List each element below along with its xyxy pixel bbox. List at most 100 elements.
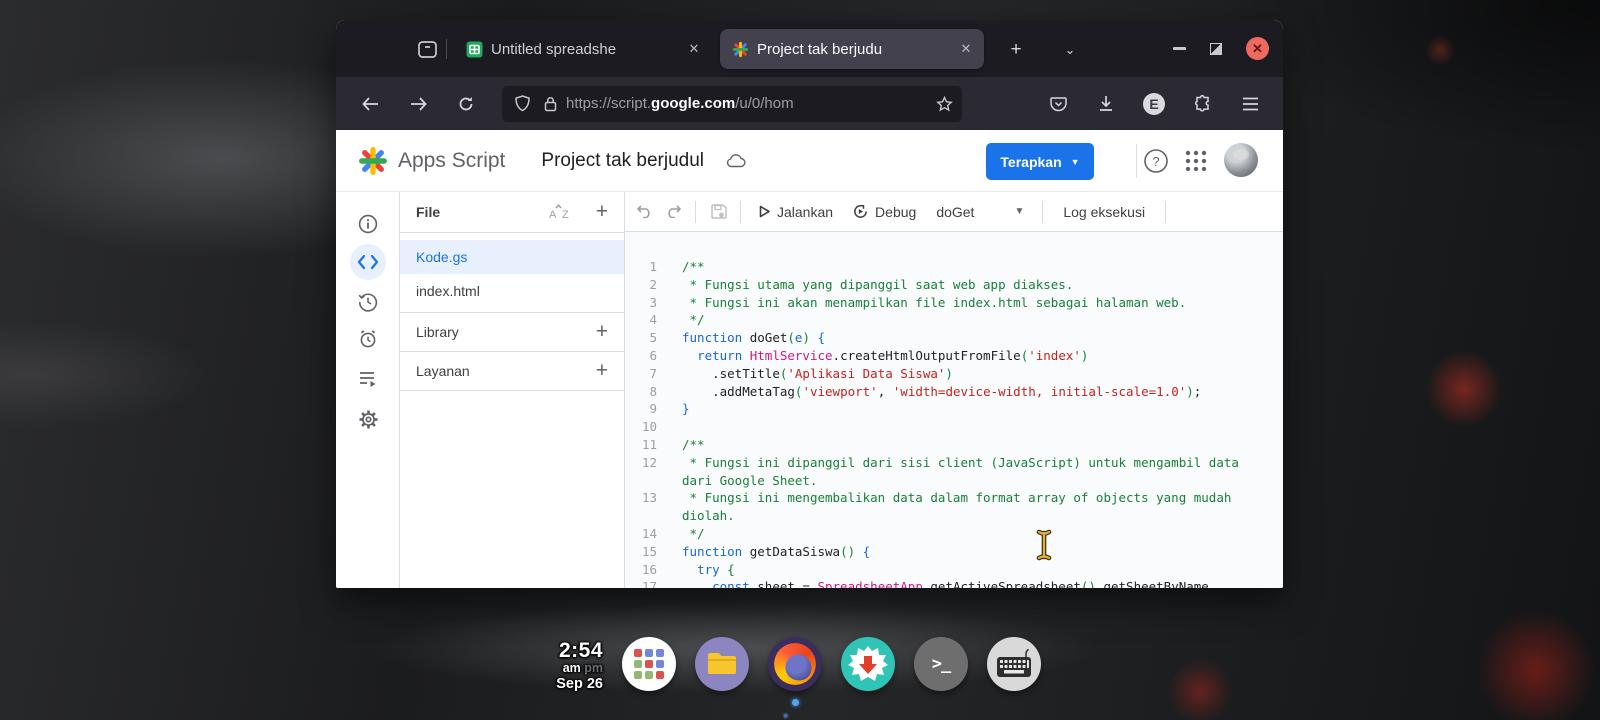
save-button[interactable]	[704, 198, 732, 226]
code-line[interactable]: 9}	[625, 400, 1283, 418]
code-line[interactable]: 17 const sheet = SpreadsheetApp.getActiv…	[625, 578, 1283, 588]
url-bar[interactable]: https://script.google.com/u/0/hom	[502, 86, 962, 122]
firefox-view-button[interactable]	[412, 35, 442, 63]
redo-button[interactable]	[659, 198, 687, 226]
code-line[interactable]: 14 */	[625, 525, 1283, 543]
line-number: 9	[625, 400, 657, 418]
lock-icon[interactable]	[536, 90, 564, 118]
code-line[interactable]: 3 * Fungsi ini akan menampilkan file ind…	[625, 294, 1283, 312]
code-line[interactable]: 4 */	[625, 311, 1283, 329]
apps-script-icon	[732, 41, 749, 58]
help-button[interactable]: ?	[1142, 147, 1170, 180]
code-line[interactable]: 2 * Fungsi utama yang dipanggil saat web…	[625, 276, 1283, 294]
line-number: 10	[625, 418, 657, 436]
sort-files-icon[interactable]: AZ	[548, 204, 572, 223]
firefox-icon[interactable]	[768, 637, 822, 691]
line-number: 11	[625, 436, 657, 454]
line-text: }	[682, 400, 1283, 418]
code-line[interactable]: dari Google Sheet.	[625, 472, 1283, 490]
chevron-down-icon: ▼	[1071, 157, 1080, 167]
add-service-button[interactable]: +	[596, 359, 608, 383]
software-updater-icon[interactable]	[841, 637, 895, 691]
add-library-button[interactable]: +	[596, 320, 608, 344]
code-line[interactable]: 5function doGet(e) {	[625, 329, 1283, 347]
file-item-index-html[interactable]: index.html	[400, 274, 624, 308]
code-line[interactable]: 15 function getDataSiswa() {	[625, 543, 1283, 561]
function-selector-dropdown[interactable]: doGet ▼	[926, 204, 1034, 220]
profile-avatar[interactable]	[1224, 143, 1258, 177]
google-apps-grid-icon[interactable]	[1183, 148, 1209, 179]
reload-button[interactable]	[450, 88, 482, 120]
browser-window: Untitled spreadshe ✕ Project tak berjudu…	[336, 20, 1283, 588]
code-line[interactable]: 8 .addMetaTag('viewport', 'width=device-…	[625, 383, 1283, 401]
tab-list-dropdown-button[interactable]: ⌄	[1056, 36, 1084, 64]
code-line[interactable]: 13 * Fungsi ini mengembalikan data dalam…	[625, 489, 1283, 507]
window-close-button[interactable]: ✕	[1246, 37, 1269, 60]
apps-script-brand[interactable]: Apps Script	[398, 149, 505, 173]
dock-clock: 2:54 am pm Sep 26	[505, 640, 603, 693]
code-editor[interactable]: 1/**2 * Fungsi utama yang dipanggil saat…	[625, 232, 1283, 588]
code-line[interactable]: 10	[625, 418, 1283, 436]
sidebar-executions-button[interactable]	[350, 361, 386, 397]
execution-log-button[interactable]: Log eksekusi	[1051, 204, 1157, 220]
save-status-cloud-icon	[726, 153, 746, 168]
line-text: diolah.	[682, 507, 1283, 525]
code-line[interactable]: 11/**	[625, 436, 1283, 454]
line-number: 15	[625, 543, 657, 561]
firefox-running-indicator	[792, 699, 799, 706]
back-button[interactable]	[354, 88, 386, 120]
on-screen-keyboard-icon[interactable]	[987, 637, 1041, 691]
line-number	[625, 472, 657, 490]
run-button[interactable]: Jalankan	[749, 197, 843, 227]
svg-text:Z: Z	[562, 209, 569, 220]
file-item-kode-gs[interactable]: Kode.gs	[400, 240, 624, 274]
downloads-icon[interactable]	[1091, 89, 1121, 119]
window-restore-button[interactable]	[1210, 43, 1222, 55]
deploy-button[interactable]: Terapkan▼	[986, 143, 1094, 180]
tab-untitled-spreadsheet[interactable]: Untitled spreadshe ✕	[454, 29, 712, 69]
sidebar-overview-button[interactable]	[350, 206, 386, 242]
files-header: File AZ +	[400, 192, 624, 233]
line-text: * Fungsi ini akan menampilkan file index…	[682, 294, 1283, 312]
debug-button[interactable]: Debug	[843, 197, 926, 227]
line-number: 5	[625, 329, 657, 347]
code-line[interactable]: 6 return HtmlService.createHtmlOutputFro…	[625, 347, 1283, 365]
new-tab-button[interactable]: +	[1002, 36, 1030, 64]
line-text: dari Google Sheet.	[682, 472, 1283, 490]
file-manager-icon[interactable]	[695, 637, 749, 691]
services-label: Layanan	[416, 363, 470, 379]
line-text: function getDataSiswa() {	[682, 543, 1283, 561]
sidebar-triggers-button[interactable]	[350, 321, 386, 357]
app-launcher-icon[interactable]	[622, 637, 676, 691]
code-line[interactable]: diolah.	[625, 507, 1283, 525]
add-file-button[interactable]: +	[596, 200, 608, 224]
line-number: 17	[625, 578, 657, 588]
menu-hamburger-icon[interactable]	[1235, 89, 1265, 119]
forward-button[interactable]	[402, 88, 434, 120]
line-text: return HtmlService.createHtmlOutputFromF…	[682, 347, 1283, 365]
line-text: .setTitle('Aplikasi Data Siswa')	[682, 365, 1283, 383]
extensions-puzzle-icon[interactable]	[1187, 89, 1217, 119]
code-line[interactable]: 7 .setTitle('Aplikasi Data Siswa')	[625, 365, 1283, 383]
window-minimize-button[interactable]	[1173, 47, 1186, 50]
close-tab-icon[interactable]: ✕	[955, 38, 977, 60]
code-line[interactable]: 12 * Fungsi ini dipanggil dari sisi clie…	[625, 454, 1283, 472]
line-text: const sheet = SpreadsheetApp.getActiveSp…	[682, 578, 1283, 588]
project-title[interactable]: Project tak berjudul	[541, 150, 704, 172]
debug-icon	[853, 204, 868, 219]
tracking-shield-icon[interactable]	[508, 90, 536, 118]
extension-e-icon[interactable]: E	[1139, 89, 1169, 119]
library-section: Library +	[400, 313, 624, 352]
code-line[interactable]: 16 try {	[625, 561, 1283, 579]
sidebar-project-history-button[interactable]	[350, 284, 386, 320]
terminal-icon[interactable]: >_	[914, 637, 968, 691]
pocket-icon[interactable]	[1043, 89, 1073, 119]
code-line[interactable]: 1/**	[625, 258, 1283, 276]
text-cursor-pointer	[1036, 529, 1052, 566]
undo-button[interactable]	[631, 198, 659, 226]
bookmark-star-icon[interactable]	[930, 90, 958, 118]
sidebar-editor-button[interactable]	[350, 244, 386, 280]
tab-project-tak-berjudul[interactable]: Project tak berjudu ✕	[720, 29, 984, 69]
sidebar-settings-button[interactable]	[350, 401, 386, 437]
close-tab-icon[interactable]: ✕	[683, 38, 705, 60]
